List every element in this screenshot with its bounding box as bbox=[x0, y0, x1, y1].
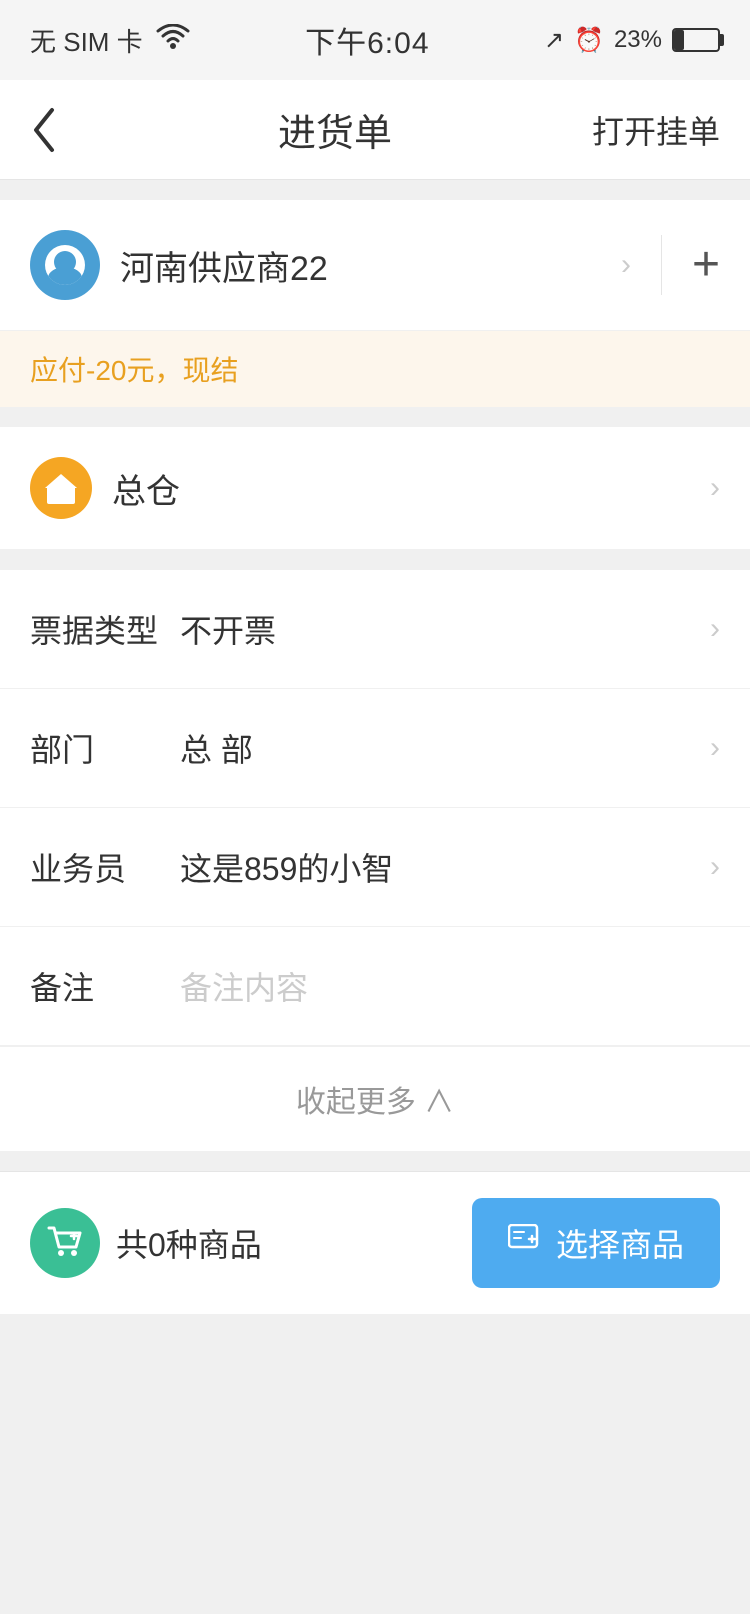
location-icon: ↗ bbox=[544, 26, 564, 55]
open-pending-button[interactable]: 打开挂单 bbox=[560, 107, 720, 153]
status-bar: 无 SIM 卡 下午6:04 ↗ ⏰ 23% bbox=[0, 0, 750, 80]
remark-row[interactable]: 备注 备注内容 bbox=[0, 927, 750, 1046]
warehouse-icon bbox=[30, 457, 92, 519]
add-supplier-button[interactable]: + bbox=[692, 241, 720, 289]
department-value: 总 部 bbox=[160, 725, 710, 771]
select-product-icon bbox=[508, 1224, 544, 1262]
page-title: 进货单 bbox=[110, 102, 560, 157]
gap-3 bbox=[0, 550, 750, 570]
select-product-label: 选择商品 bbox=[556, 1220, 684, 1266]
chevron-right-icon: › bbox=[621, 248, 631, 282]
status-left: 无 SIM 卡 bbox=[30, 22, 191, 59]
department-chevron-icon: › bbox=[710, 731, 720, 765]
invoice-type-label: 票据类型 bbox=[30, 606, 160, 652]
supplier-card: 河南供应商22 › + 应付-20元，现结 bbox=[0, 200, 750, 407]
supplier-avatar bbox=[30, 230, 100, 300]
salesman-row[interactable]: 业务员 这是859的小智 › bbox=[0, 808, 750, 927]
status-time: 下午6:04 bbox=[305, 18, 429, 62]
nav-bar: 进货单 打开挂单 bbox=[0, 80, 750, 180]
warehouse-name: 总仓 bbox=[112, 464, 710, 513]
avatar-inner bbox=[45, 245, 85, 285]
content: 河南供应商22 › + 应付-20元，现结 总仓 › 票据类型 bbox=[0, 180, 750, 1614]
carrier-label: 无 SIM 卡 bbox=[30, 22, 143, 59]
gray-fill-area bbox=[0, 1314, 750, 1614]
warehouse-chevron-icon: › bbox=[710, 471, 720, 505]
invoice-type-row[interactable]: 票据类型 不开票 › bbox=[0, 570, 750, 689]
warehouse-row[interactable]: 总仓 › bbox=[0, 427, 750, 550]
status-right: ↗ ⏰ 23% bbox=[544, 26, 720, 55]
battery-icon bbox=[672, 28, 720, 52]
product-count-label: 共0种商品 bbox=[116, 1220, 262, 1266]
collapse-bar[interactable]: 收起更多 ∧ bbox=[0, 1046, 750, 1151]
supplier-row[interactable]: 河南供应商22 › + bbox=[0, 200, 750, 331]
gap-4 bbox=[0, 1151, 750, 1171]
back-button[interactable] bbox=[30, 106, 110, 154]
product-info: 共0种商品 bbox=[30, 1208, 472, 1278]
avatar-body-shape bbox=[48, 267, 82, 285]
salesman-label: 业务员 bbox=[30, 844, 160, 890]
gap-2 bbox=[0, 407, 750, 427]
select-product-button[interactable]: 选择商品 bbox=[472, 1198, 720, 1288]
supplier-notice: 应付-20元，现结 bbox=[0, 331, 750, 407]
divider bbox=[661, 235, 662, 295]
alarm-icon: ⏰ bbox=[574, 26, 604, 55]
cart-icon bbox=[30, 1208, 100, 1278]
battery-percent: 23% bbox=[614, 26, 662, 54]
collapse-label: 收起更多 ∧ bbox=[296, 1077, 454, 1121]
department-label: 部门 bbox=[30, 725, 160, 771]
form-card: 票据类型 不开票 › 部门 总 部 › 业务员 这是859的小智 › 备注 备注… bbox=[0, 570, 750, 1151]
department-row[interactable]: 部门 总 部 › bbox=[0, 689, 750, 808]
salesman-value: 这是859的小智 bbox=[160, 844, 710, 890]
invoice-type-value: 不开票 bbox=[160, 606, 710, 652]
remark-label: 备注 bbox=[30, 963, 160, 1009]
supplier-name: 河南供应商22 bbox=[120, 241, 621, 290]
bottom-bar: 共0种商品 选择商品 bbox=[0, 1171, 750, 1314]
wifi-icon bbox=[155, 24, 191, 57]
warehouse-card: 总仓 › bbox=[0, 427, 750, 550]
invoice-type-chevron-icon: › bbox=[710, 612, 720, 646]
gap-1 bbox=[0, 180, 750, 200]
remark-input[interactable]: 备注内容 bbox=[160, 963, 720, 1009]
supplier-row-actions: › + bbox=[621, 235, 720, 295]
salesman-chevron-icon: › bbox=[710, 850, 720, 884]
